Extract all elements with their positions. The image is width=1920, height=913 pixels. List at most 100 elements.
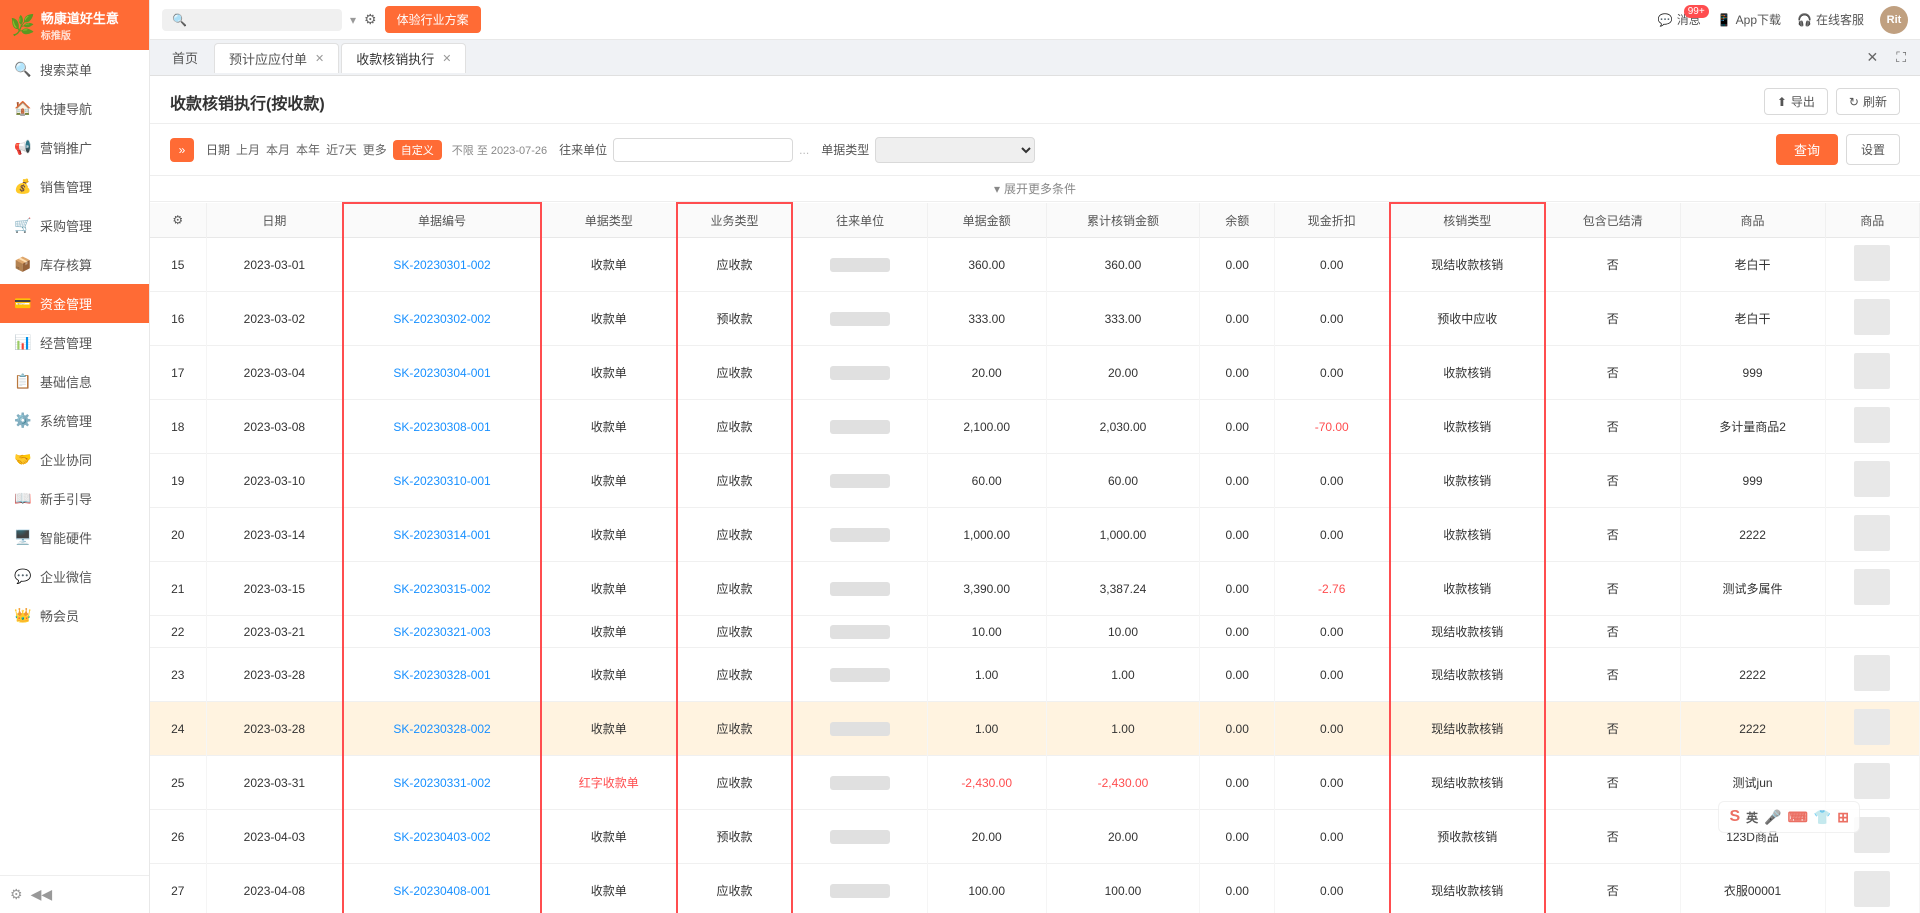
row-goods: 999	[1680, 346, 1825, 400]
search-icon: 🔍	[172, 13, 187, 27]
close-collection-icon[interactable]: ✕	[442, 52, 451, 65]
sidebar-item-wechat[interactable]: 💬 企业微信	[0, 557, 149, 596]
sidebar-item-hardware[interactable]: 🖥️ 智能硬件	[0, 518, 149, 557]
more-options-icon[interactable]: ...	[799, 143, 809, 157]
date-link-7days[interactable]: 近7天	[326, 141, 357, 158]
topbar-search-box[interactable]: 🔍	[162, 9, 342, 31]
expand-tab-btn[interactable]: ⛶	[1890, 47, 1912, 68]
row-included: 否	[1545, 238, 1680, 292]
goods-thumbnail	[1854, 461, 1890, 497]
sidebar-item-search[interactable]: 🔍 搜索菜单	[0, 50, 149, 89]
settings-footer-btn[interactable]: ⚙	[10, 886, 23, 903]
doc-no-link[interactable]: SK-20230304-001	[393, 366, 490, 380]
online-service-btn[interactable]: 🎧 在线客服	[1797, 11, 1864, 28]
table-row: 272023-04-08SK-20230408-001收款单应收款██████1…	[150, 864, 1920, 913]
row-doc-no[interactable]: SK-20230331-002	[343, 756, 541, 810]
row-doc-no[interactable]: SK-20230403-002	[343, 810, 541, 864]
close-receivable-icon[interactable]: ✕	[315, 52, 324, 65]
col-doc-type: 单据类型	[541, 203, 677, 238]
doc-no-link[interactable]: SK-20230302-002	[393, 312, 490, 326]
collapse-btn[interactable]: ◀◀	[31, 886, 53, 903]
expand-more-btn[interactable]: ▾ 展开更多条件	[994, 180, 1076, 197]
partner-input[interactable]	[613, 138, 793, 162]
doc-no-link[interactable]: SK-20230301-002	[393, 258, 490, 272]
row-biz-type: 应收款	[677, 864, 793, 913]
row-amount: 1.00	[927, 702, 1046, 756]
sidebar-item-label: 库存核算	[40, 255, 92, 274]
sidebar-item-marketing[interactable]: 📢 营销推广	[0, 128, 149, 167]
tab-collection[interactable]: 收款核销执行 ✕	[341, 43, 466, 73]
doc-no-link[interactable]: SK-20230314-001	[393, 528, 490, 542]
sidebar-item-sales[interactable]: 💰 销售管理	[0, 167, 149, 206]
user-avatar[interactable]: Rit	[1880, 6, 1908, 34]
tab-home[interactable]: 首页	[158, 43, 212, 73]
row-doc-type: 收款单	[541, 508, 677, 562]
sidebar-item-finance[interactable]: 💳 资金管理	[0, 284, 149, 323]
col-settings[interactable]: ⚙	[150, 203, 206, 238]
doc-no-link[interactable]: SK-20230328-001	[393, 668, 490, 682]
query-btn[interactable]: 查询	[1776, 134, 1838, 165]
tab-receivable[interactable]: 预计应应付单 ✕	[214, 43, 339, 73]
doc-no-link[interactable]: SK-20230308-001	[393, 420, 490, 434]
sidebar-item-corp[interactable]: 🤝 企业协同	[0, 440, 149, 479]
sidebar-item-guide[interactable]: 📖 新手引导	[0, 479, 149, 518]
row-doc-no[interactable]: SK-20230321-003	[343, 616, 541, 648]
row-doc-no[interactable]: SK-20230408-001	[343, 864, 541, 913]
blurred-partner: ██████	[830, 582, 890, 596]
date-link-this-month[interactable]: 本月	[266, 141, 290, 158]
row-doc-no[interactable]: SK-20230315-002	[343, 562, 541, 616]
gear-icon[interactable]: ⚙	[364, 11, 377, 28]
row-doc-no[interactable]: SK-20230308-001	[343, 400, 541, 454]
date-link-this-year[interactable]: 本年	[296, 141, 320, 158]
sidebar-item-purchase[interactable]: 🛒 采购管理	[0, 206, 149, 245]
data-table-container[interactable]: ⚙ 日期 单据编号 单据类型 业务类型 往来单位 单据金额 累计核销金额 余额 …	[150, 202, 1920, 913]
refresh-btn[interactable]: ↻ 刷新	[1836, 88, 1900, 115]
doc-no-link[interactable]: SK-20230328-002	[393, 722, 490, 736]
dropdown-arrow-icon[interactable]: ▾	[350, 13, 356, 27]
goods-thumbnail	[1854, 871, 1890, 907]
row-doc-no[interactable]: SK-20230304-001	[343, 346, 541, 400]
message-btn[interactable]: 💬 消息 99+	[1658, 11, 1701, 28]
custom-date-btn[interactable]: 自定义	[393, 140, 442, 160]
row-doc-no[interactable]: SK-20230310-001	[343, 454, 541, 508]
row-doc-no[interactable]: SK-20230302-002	[343, 292, 541, 346]
row-doc-no[interactable]: SK-20230301-002	[343, 238, 541, 292]
goods-thumbnail	[1854, 245, 1890, 281]
date-link-more[interactable]: 更多	[363, 141, 387, 158]
filter-toggle-btn[interactable]: »	[170, 138, 194, 162]
sidebar-item-operation[interactable]: 📊 经营管理	[0, 323, 149, 362]
doctype-select[interactable]	[875, 137, 1035, 163]
sidebar-item-label: 企业微信	[40, 567, 92, 586]
sidebar-item-basic[interactable]: 📋 基础信息	[0, 362, 149, 401]
industry-btn[interactable]: 体验行业方案	[385, 6, 481, 33]
close-tab-btn[interactable]: ✕	[1860, 47, 1884, 68]
row-amount: 20.00	[927, 346, 1046, 400]
row-amount: 100.00	[927, 864, 1046, 913]
sidebar-item-system[interactable]: ⚙️ 系统管理	[0, 401, 149, 440]
row-partner: ██████	[792, 292, 927, 346]
sidebar-item-label: 营销推广	[40, 138, 92, 157]
doc-no-link[interactable]: SK-20230331-002	[393, 776, 490, 790]
sidebar-item-inventory[interactable]: 📦 库存核算	[0, 245, 149, 284]
goods-thumbnail	[1854, 655, 1890, 691]
table-row: 232023-03-28SK-20230328-001收款单应收款██████1…	[150, 648, 1920, 702]
doc-no-link[interactable]: SK-20230408-001	[393, 884, 490, 898]
row-balance: 0.00	[1200, 616, 1275, 648]
date-label: 日期	[206, 141, 230, 158]
app-download-btn[interactable]: 📱 App下载	[1717, 11, 1781, 28]
row-doc-no[interactable]: SK-20230328-002	[343, 702, 541, 756]
export-btn[interactable]: ⬆ 导出	[1764, 88, 1828, 115]
row-discount: 0.00	[1274, 616, 1389, 648]
date-link-last-month[interactable]: 上月	[236, 141, 260, 158]
col-amount: 单据金额	[927, 203, 1046, 238]
row-balance: 0.00	[1200, 756, 1275, 810]
doc-no-link[interactable]: SK-20230315-002	[393, 582, 490, 596]
sidebar-item-quicknav[interactable]: 🏠 快捷导航	[0, 89, 149, 128]
row-doc-no[interactable]: SK-20230328-001	[343, 648, 541, 702]
setting-btn[interactable]: 设置	[1846, 134, 1900, 165]
doc-no-link[interactable]: SK-20230403-002	[393, 830, 490, 844]
doc-no-link[interactable]: SK-20230321-003	[393, 625, 490, 639]
sidebar-item-member[interactable]: 👑 畅会员	[0, 596, 149, 635]
row-doc-no[interactable]: SK-20230314-001	[343, 508, 541, 562]
doc-no-link[interactable]: SK-20230310-001	[393, 474, 490, 488]
